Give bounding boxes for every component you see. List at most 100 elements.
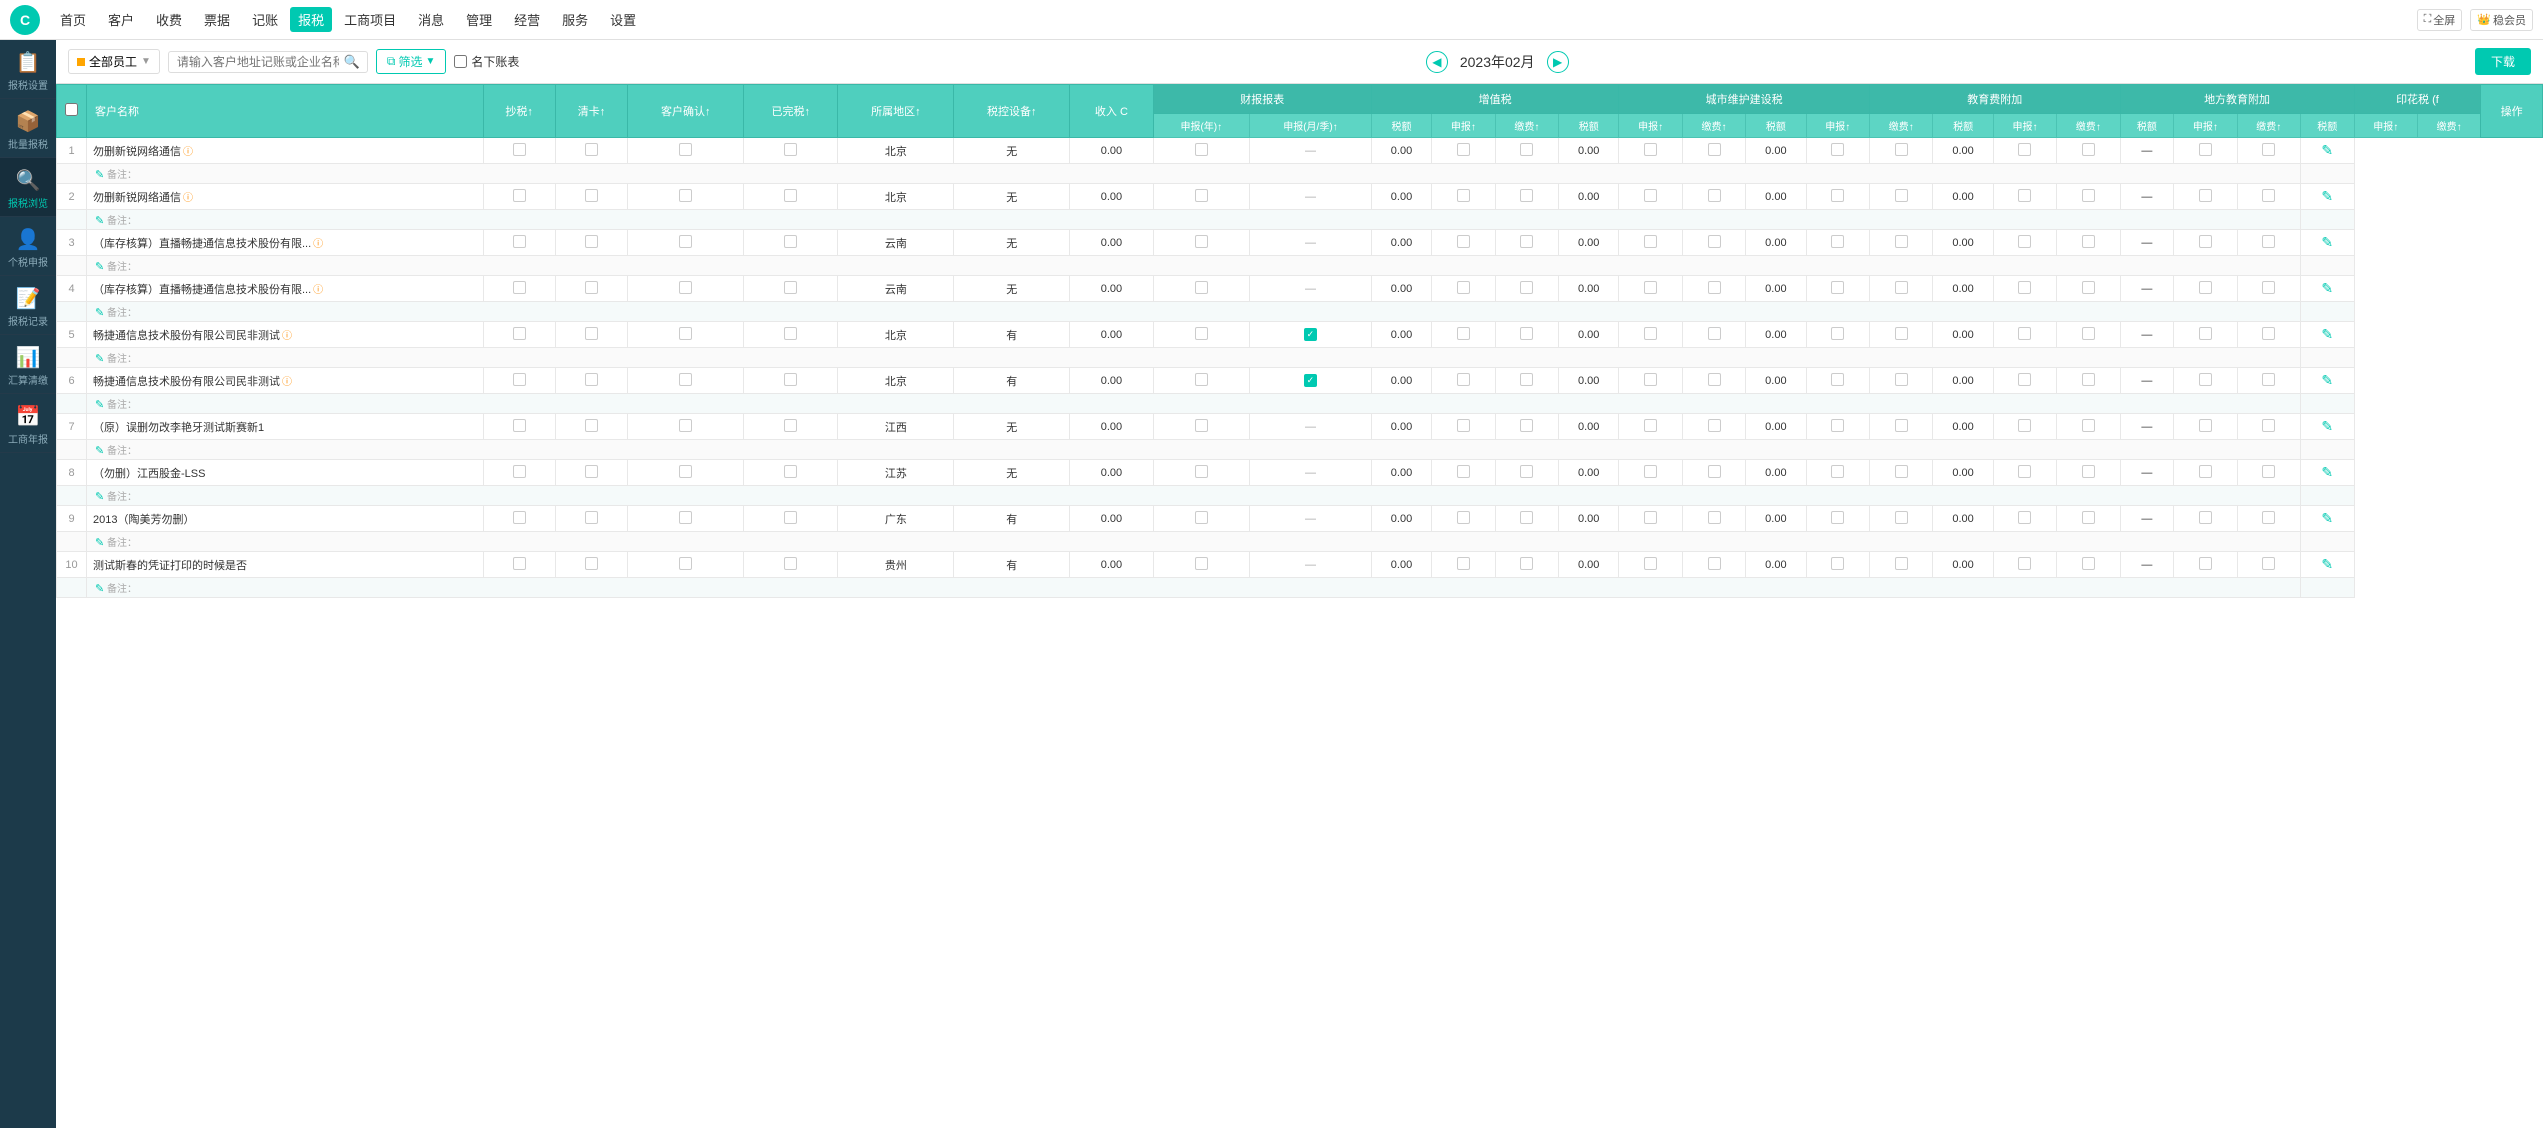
row-kehu[interactable] — [628, 230, 744, 256]
row-zz-fee[interactable] — [1495, 414, 1558, 440]
nav-invoice[interactable]: 票据 — [194, 7, 240, 32]
row-zz-cbao[interactable] — [1432, 414, 1495, 440]
row-yh-cbao[interactable] — [2174, 552, 2237, 578]
row-df-cbao[interactable] — [1993, 276, 2056, 302]
sub-cs-fee[interactable]: 缴费↑ — [1682, 114, 1745, 138]
row-cs-fee[interactable] — [1682, 322, 1745, 348]
row-df-fee[interactable] — [2057, 138, 2120, 164]
row-zz-cbao[interactable] — [1432, 230, 1495, 256]
search-input[interactable] — [168, 51, 368, 73]
row-yh-fee[interactable] — [2237, 276, 2300, 302]
row-cbao-year[interactable] — [1153, 184, 1249, 210]
row-cs-fee[interactable] — [1682, 368, 1745, 394]
prev-month-btn[interactable]: ◀ — [1426, 51, 1448, 73]
row-done[interactable] — [744, 276, 838, 302]
sub-jy-fee2[interactable]: 缴费↑ — [2057, 114, 2120, 138]
row-cs-cbao[interactable] — [1619, 460, 1682, 486]
row-chaoshui[interactable] — [483, 322, 555, 348]
row-qingka[interactable] — [555, 276, 627, 302]
row-qingka[interactable] — [555, 460, 627, 486]
row-zz-cbao[interactable] — [1432, 368, 1495, 394]
row-cbao-year[interactable] — [1153, 460, 1249, 486]
row-cbao-year[interactable] — [1153, 368, 1249, 394]
row-zz-fee[interactable] — [1495, 276, 1558, 302]
row-cs-fee[interactable] — [1682, 230, 1745, 256]
row-cs-cbao[interactable] — [1619, 552, 1682, 578]
row-jy-cbao[interactable] — [1806, 460, 1869, 486]
sidebar-item-batch-tax[interactable]: 📦 批量报税 — [0, 99, 56, 158]
sub-caibao-month[interactable]: 申报(月/季)↑ — [1250, 114, 1372, 138]
row-df-cbao[interactable] — [1993, 552, 2056, 578]
row-cs-fee[interactable] — [1682, 506, 1745, 532]
row-qingka[interactable] — [555, 230, 627, 256]
row-zz-cbao[interactable] — [1432, 138, 1495, 164]
row-zz-cbao[interactable] — [1432, 460, 1495, 486]
row-yh-cbao[interactable] — [2174, 414, 2237, 440]
nav-settings[interactable]: 设置 — [600, 7, 646, 32]
sidebar-item-tax-settings[interactable]: 📋 报税设置 — [0, 40, 56, 99]
col-income[interactable]: 收入 C — [1070, 85, 1153, 138]
row-chaoshui[interactable] — [483, 138, 555, 164]
row-kehu[interactable] — [628, 368, 744, 394]
row-cs-cbao[interactable] — [1619, 322, 1682, 348]
row-jy-cbao[interactable] — [1806, 322, 1869, 348]
row-df-fee[interactable] — [2057, 230, 2120, 256]
row-cbao-year[interactable] — [1153, 414, 1249, 440]
row-df-cbao[interactable] — [1993, 414, 2056, 440]
row-df-fee[interactable] — [2057, 414, 2120, 440]
sub-jy-fee[interactable]: 缴费↑ — [1869, 114, 1932, 138]
row-yh-fee[interactable] — [2237, 506, 2300, 532]
row-yh-fee[interactable] — [2237, 552, 2300, 578]
sub-df-fee[interactable]: 缴费↑ — [2237, 114, 2300, 138]
row-qingka[interactable] — [555, 414, 627, 440]
row-jy-fee[interactable] — [1869, 138, 1932, 164]
row-qingka[interactable] — [555, 138, 627, 164]
sidebar-item-personal-tax[interactable]: 👤 个税申报 — [0, 217, 56, 276]
row-cs-fee[interactable] — [1682, 138, 1745, 164]
row-df-fee[interactable] — [2057, 276, 2120, 302]
row-edit[interactable]: ✎ — [2301, 460, 2355, 486]
nav-biz[interactable]: 工商项目 — [334, 7, 406, 32]
row-yh-fee[interactable] — [2237, 230, 2300, 256]
row-yh-fee[interactable] — [2237, 138, 2300, 164]
row-df-cbao[interactable] — [1993, 506, 2056, 532]
row-kehu[interactable] — [628, 552, 744, 578]
row-kehu[interactable] — [628, 322, 744, 348]
row-kehu[interactable] — [628, 276, 744, 302]
row-cbao-year[interactable] — [1153, 552, 1249, 578]
row-cbao-year[interactable] — [1153, 230, 1249, 256]
fullscreen-btn[interactable]: ⛶ 全屏 — [2417, 9, 2463, 31]
nav-client[interactable]: 客户 — [98, 7, 144, 32]
row-zz-cbao[interactable] — [1432, 506, 1495, 532]
row-jy-cbao[interactable] — [1806, 230, 1869, 256]
row-edit[interactable]: ✎ — [2301, 506, 2355, 532]
row-df-fee[interactable] — [2057, 506, 2120, 532]
row-chaoshui[interactable] — [483, 368, 555, 394]
named-accounts-checkbox[interactable] — [454, 55, 467, 68]
row-zz-fee[interactable] — [1495, 368, 1558, 394]
row-yh-cbao[interactable] — [2174, 230, 2237, 256]
row-yh-fee[interactable] — [2237, 460, 2300, 486]
row-cs-fee[interactable] — [1682, 414, 1745, 440]
row-cbao-year[interactable] — [1153, 322, 1249, 348]
nav-fee[interactable]: 收费 — [146, 7, 192, 32]
row-jy-fee[interactable] — [1869, 506, 1932, 532]
row-chaoshui[interactable] — [483, 276, 555, 302]
row-jy-cbao[interactable] — [1806, 184, 1869, 210]
row-qingka[interactable] — [555, 368, 627, 394]
row-chaoshui[interactable] — [483, 184, 555, 210]
row-jy-cbao[interactable] — [1806, 414, 1869, 440]
row-yh-fee[interactable] — [2237, 322, 2300, 348]
row-zz-fee[interactable] — [1495, 552, 1558, 578]
row-done[interactable] — [744, 368, 838, 394]
row-edit[interactable]: ✎ — [2301, 184, 2355, 210]
row-jy-fee[interactable] — [1869, 322, 1932, 348]
nav-msg[interactable]: 消息 — [408, 7, 454, 32]
employee-filter[interactable]: 全部员工 ▼ — [68, 49, 160, 74]
sidebar-item-tax-record[interactable]: 📝 报税记录 — [0, 276, 56, 335]
row-zz-cbao[interactable] — [1432, 322, 1495, 348]
row-yh-cbao[interactable] — [2174, 184, 2237, 210]
row-df-fee[interactable] — [2057, 322, 2120, 348]
download-btn[interactable]: 下载 — [2475, 48, 2531, 75]
vip-btn[interactable]: 👑 稳会员 — [2470, 9, 2533, 31]
